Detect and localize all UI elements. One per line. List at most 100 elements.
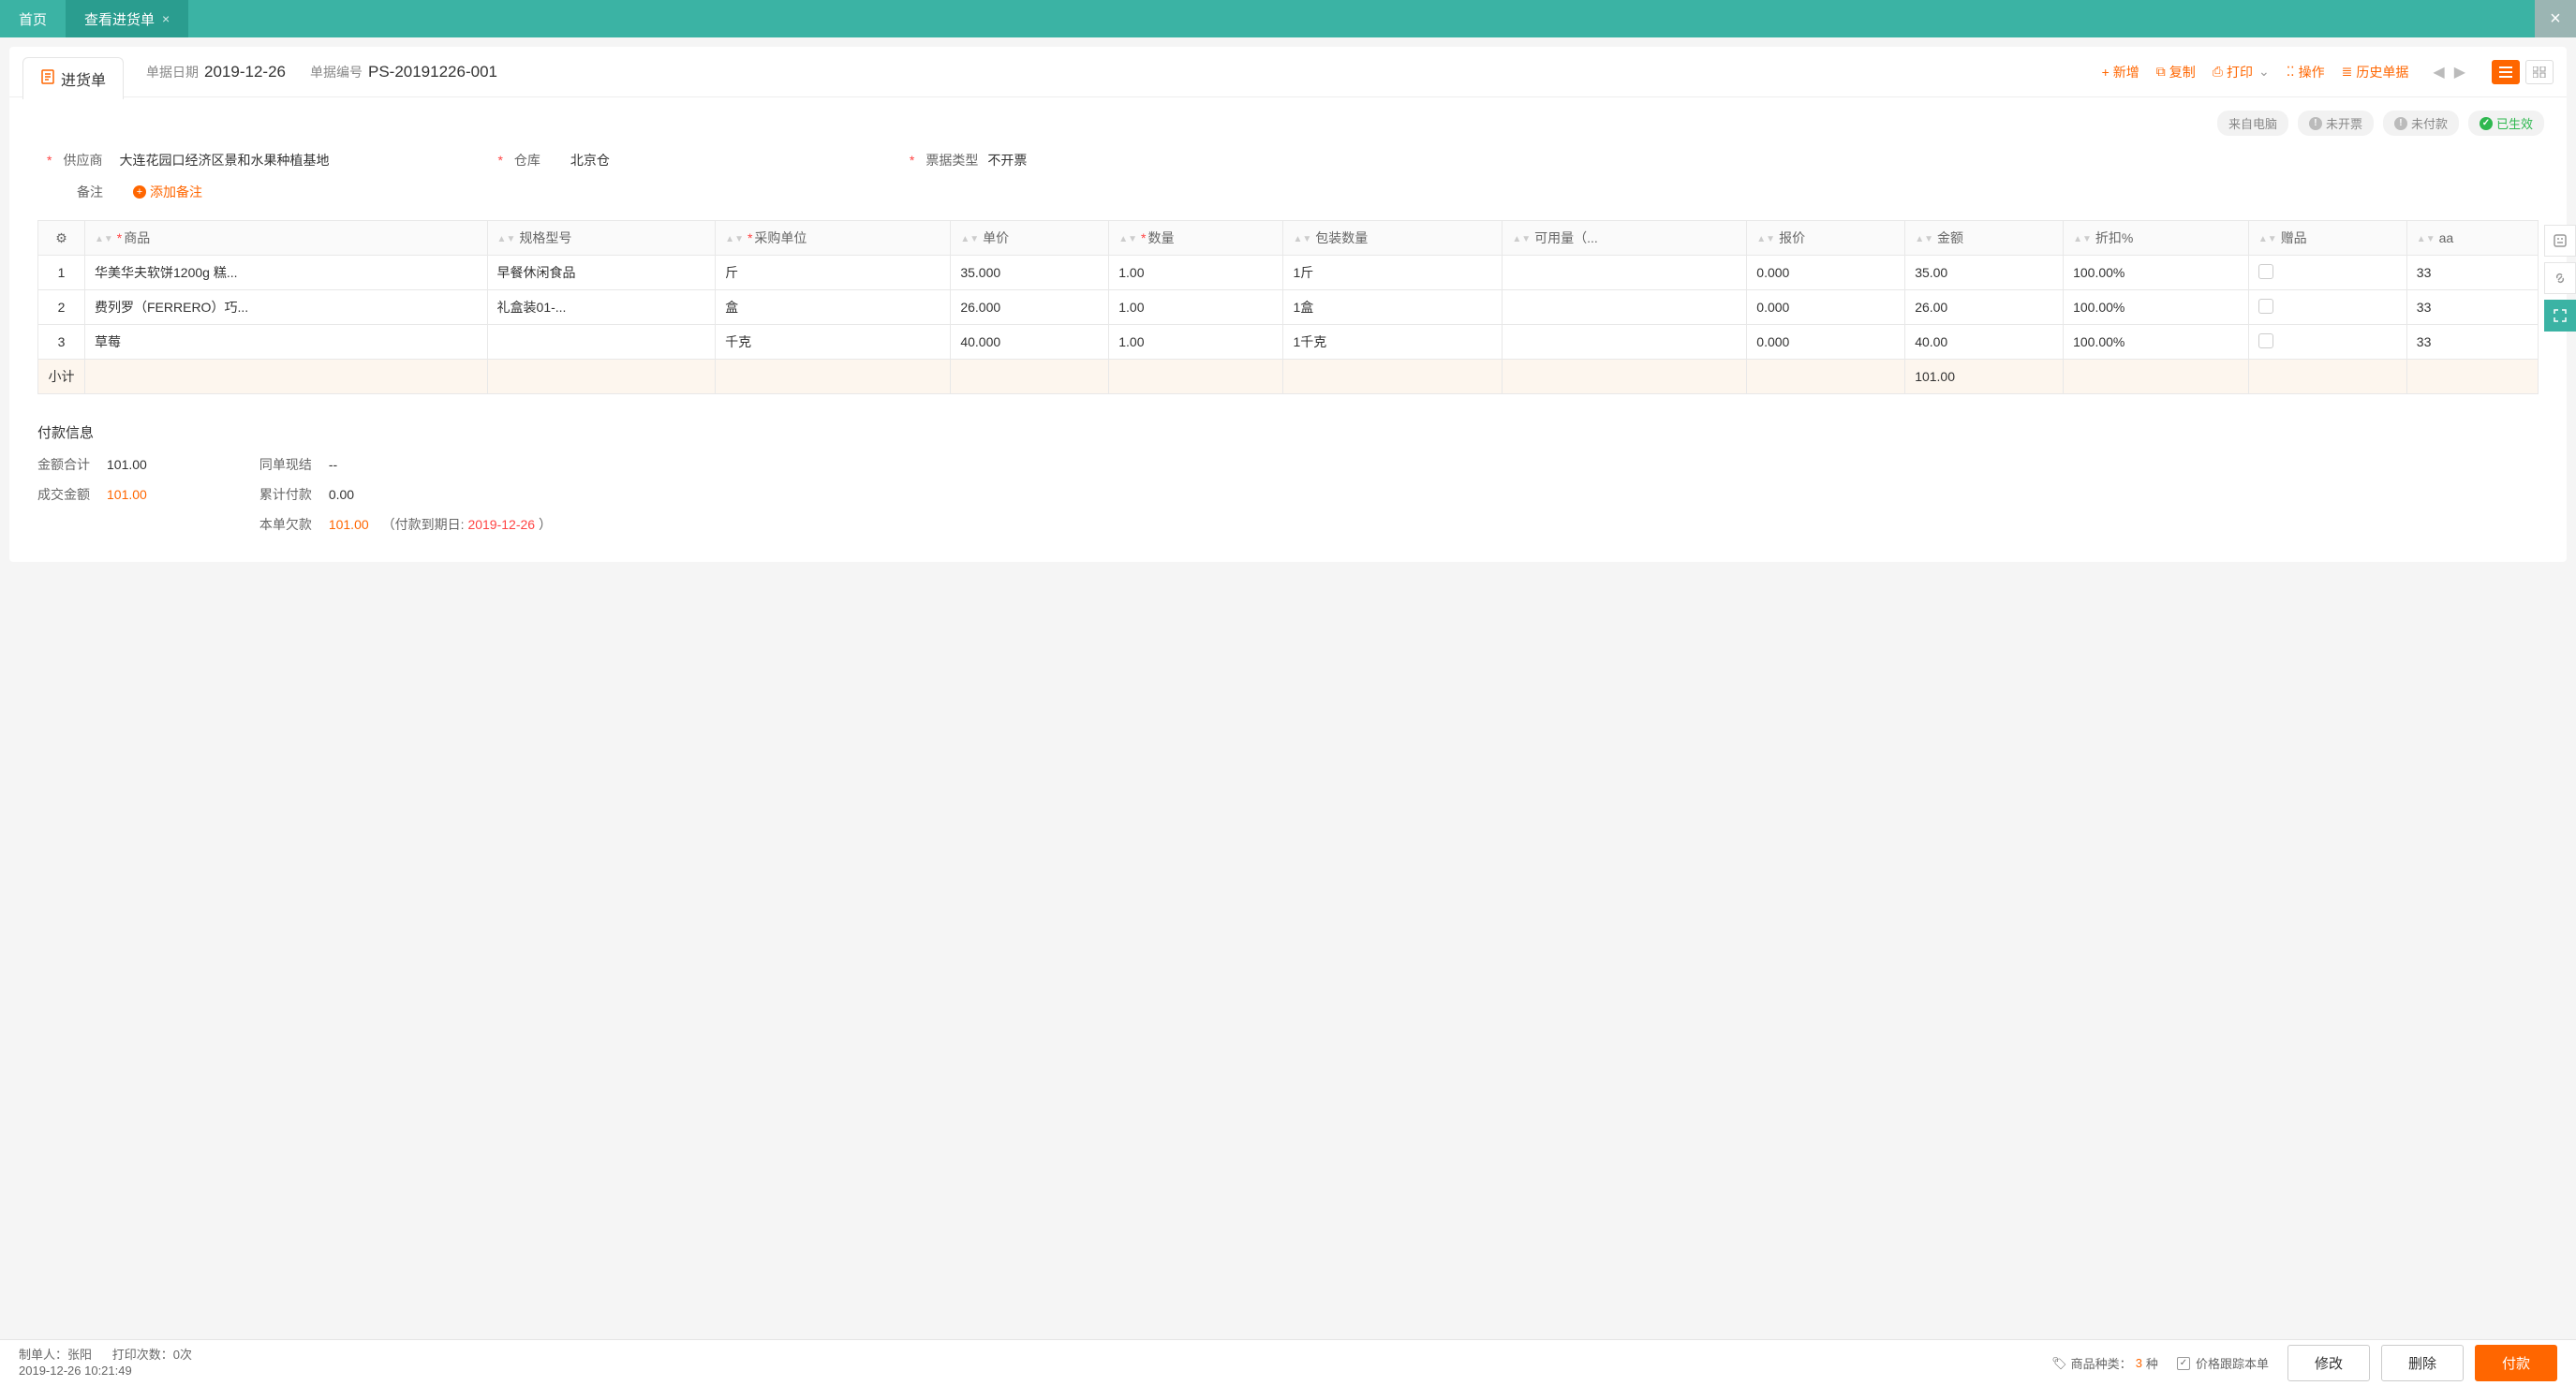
window-close-button[interactable]: × [2535, 0, 2576, 37]
col-amount[interactable]: ▲▼金额 [1905, 221, 2064, 256]
copy-button[interactable]: ⧉复制 [2156, 63, 2196, 81]
rail-link-button[interactable] [2544, 262, 2576, 294]
col-discount[interactable]: ▲▼折扣% [2064, 221, 2249, 256]
sort-icon: ▲▼ [1756, 237, 1775, 242]
cell-spec: 礼盒装01-... [487, 290, 716, 325]
tab-current-label: 查看进货单 [84, 9, 155, 29]
track-price-checkbox[interactable]: ✓ 价格跟踪本单 [2177, 1354, 2269, 1372]
subtotal-row: 小计 101.00 [38, 360, 2539, 394]
items-table: ⚙ ▲▼*商品 ▲▼规格型号 ▲▼*采购单位 ▲▼单价 ▲▼*数量 ▲▼包装数量… [37, 220, 2539, 394]
footer: 制单人：张阳 打印次数：0次 2019-12-26 10:21:49 🏷 商品种… [0, 1339, 2576, 1386]
footer-meta: 制单人：张阳 打印次数：0次 2019-12-26 10:21:49 [19, 1348, 192, 1379]
rail-notes-button[interactable] [2544, 225, 2576, 257]
cell-spec [487, 325, 716, 360]
cell-unit: 斤 [716, 256, 951, 290]
col-qty[interactable]: ▲▼*数量 [1109, 221, 1283, 256]
prev-icon[interactable]: ◀ [2433, 63, 2444, 81]
invoice-type-value: 不开票 [987, 151, 1027, 170]
cell-amount: 26.00 [1905, 290, 2064, 325]
col-settings[interactable]: ⚙ [38, 221, 85, 256]
close-icon[interactable]: × [162, 11, 170, 26]
sort-icon: ▲▼ [2417, 237, 2435, 242]
col-gift[interactable]: ▲▼赠品 [2248, 221, 2406, 256]
warehouse-value: 北京仓 [570, 151, 610, 170]
badge-effective: ✓已生效 [2468, 111, 2544, 136]
receipt-icon [40, 69, 55, 89]
footer-stats: 🏷 商品种类： 3 种 ✓ 价格跟踪本单 [2051, 1354, 2269, 1372]
ops-button[interactable]: ⁚⁚操作 [2287, 63, 2325, 81]
payment-section: 付款信息 金额合计 101.00 成交金额 101.00 同单现结 -- 累计付… [9, 413, 2567, 562]
cell-gift [2248, 325, 2406, 360]
cell-gift [2248, 290, 2406, 325]
history-button[interactable]: ≣历史单据 [2342, 63, 2409, 81]
cell-avail [1503, 256, 1747, 290]
payment-title: 付款信息 [37, 422, 2539, 442]
doc-tab[interactable]: 进货单 [22, 57, 124, 99]
document-area: 进货单 单据日期 2019-12-26 单据编号 PS-20191226-001… [9, 47, 2567, 562]
cell-avail [1503, 325, 1747, 360]
pay-due: （付款到期日: 2019-12-26 ） [382, 515, 552, 534]
required-mark: * [497, 153, 502, 168]
pay-deal: 成交金额 101.00 [37, 485, 147, 504]
table-row[interactable]: 1 华美华夫软饼1200g 糕... 早餐休闲食品 斤 35.000 1.00 … [38, 256, 2539, 290]
add-button[interactable]: +新增 [2102, 63, 2139, 81]
number-label: 单据编号 [310, 63, 363, 81]
view-detail-button[interactable] [2525, 60, 2554, 84]
checkbox-icon[interactable] [2258, 333, 2273, 348]
col-price[interactable]: ▲▼单价 [951, 221, 1109, 256]
cell-idx: 2 [38, 290, 85, 325]
sort-icon: ▲▼ [960, 237, 979, 242]
table-row[interactable]: 3 草莓 千克 40.000 1.00 1千克 0.000 40.00 100.… [38, 325, 2539, 360]
footer-timestamp: 2019-12-26 10:21:49 [19, 1364, 192, 1379]
col-unit[interactable]: ▲▼*采购单位 [716, 221, 951, 256]
view-list-button[interactable] [2492, 60, 2520, 84]
badge-no-invoice: !未开票 [2298, 111, 2374, 136]
print-button[interactable]: ⎙打印⌄ [2213, 63, 2270, 81]
tab-home[interactable]: 首页 [0, 0, 66, 37]
info-icon: ! [2394, 117, 2407, 130]
field-remark: 备注 + 添加备注 [77, 183, 202, 201]
doc-meta: 单据日期 2019-12-26 单据编号 PS-20191226-001 [146, 63, 516, 81]
copy-icon: ⧉ [2156, 64, 2166, 80]
date-value: 2019-12-26 [204, 63, 286, 81]
gear-icon: ⚙ [55, 230, 67, 245]
edit-button[interactable]: 修改 [2287, 1345, 2370, 1381]
remark-label: 备注 [77, 183, 124, 201]
form-row-2: 备注 + 添加备注 [9, 179, 2567, 211]
col-quote[interactable]: ▲▼报价 [1747, 221, 1905, 256]
doc-actions: +新增 ⧉复制 ⎙打印⌄ ⁚⁚操作 ≣历史单据 ◀ ▶ [2102, 60, 2554, 84]
pay-button[interactable]: 付款 [2475, 1345, 2557, 1381]
delete-button[interactable]: 删除 [2381, 1345, 2464, 1381]
date-label: 单据日期 [146, 63, 199, 81]
status-row: 来自电脑 !未开票 !未付款 ✓已生效 [9, 97, 2567, 136]
header-bar: 首页 查看进货单 × × [0, 0, 2576, 37]
table-row[interactable]: 2 费列罗（FERRERO）巧... 礼盒装01-... 盒 26.000 1.… [38, 290, 2539, 325]
plus-icon: + [2102, 65, 2110, 80]
checkbox-icon[interactable] [2258, 299, 2273, 314]
tab-current[interactable]: 查看进货单 × [66, 0, 188, 37]
col-spec[interactable]: ▲▼规格型号 [487, 221, 716, 256]
pay-cash: 同单现结 -- [259, 455, 552, 474]
cell-price: 40.000 [951, 325, 1109, 360]
cell-price: 35.000 [951, 256, 1109, 290]
supplier-value: 大连花园口经济区景和水果种植基地 [119, 151, 329, 170]
add-remark-button[interactable]: + 添加备注 [133, 183, 202, 201]
col-product[interactable]: ▲▼*商品 [85, 221, 488, 256]
rail-expand-button[interactable] [2544, 300, 2576, 332]
checkbox-icon[interactable] [2258, 264, 2273, 279]
col-aa[interactable]: ▲▼aa [2406, 221, 2538, 256]
items-table-wrap: ⚙ ▲▼*商品 ▲▼规格型号 ▲▼*采购单位 ▲▼单价 ▲▼*数量 ▲▼包装数量… [9, 211, 2567, 413]
sort-icon: ▲▼ [1512, 237, 1531, 242]
cell-discount: 100.00% [2064, 325, 2249, 360]
col-pack[interactable]: ▲▼包装数量 [1283, 221, 1503, 256]
next-icon[interactable]: ▶ [2454, 63, 2465, 81]
required-mark: * [910, 153, 914, 168]
cell-product: 华美华夫软饼1200g 糕... [85, 256, 488, 290]
history-icon: ≣ [2342, 64, 2353, 80]
col-avail[interactable]: ▲▼可用量（... [1503, 221, 1747, 256]
cell-product: 费列罗（FERRERO）巧... [85, 290, 488, 325]
doc-header: 进货单 单据日期 2019-12-26 单据编号 PS-20191226-001… [9, 47, 2567, 97]
pay-total: 金额合计 101.00 [37, 455, 147, 474]
field-warehouse: * 仓库 北京仓 [497, 151, 609, 170]
pay-cumulative: 累计付款 0.00 [259, 485, 552, 504]
